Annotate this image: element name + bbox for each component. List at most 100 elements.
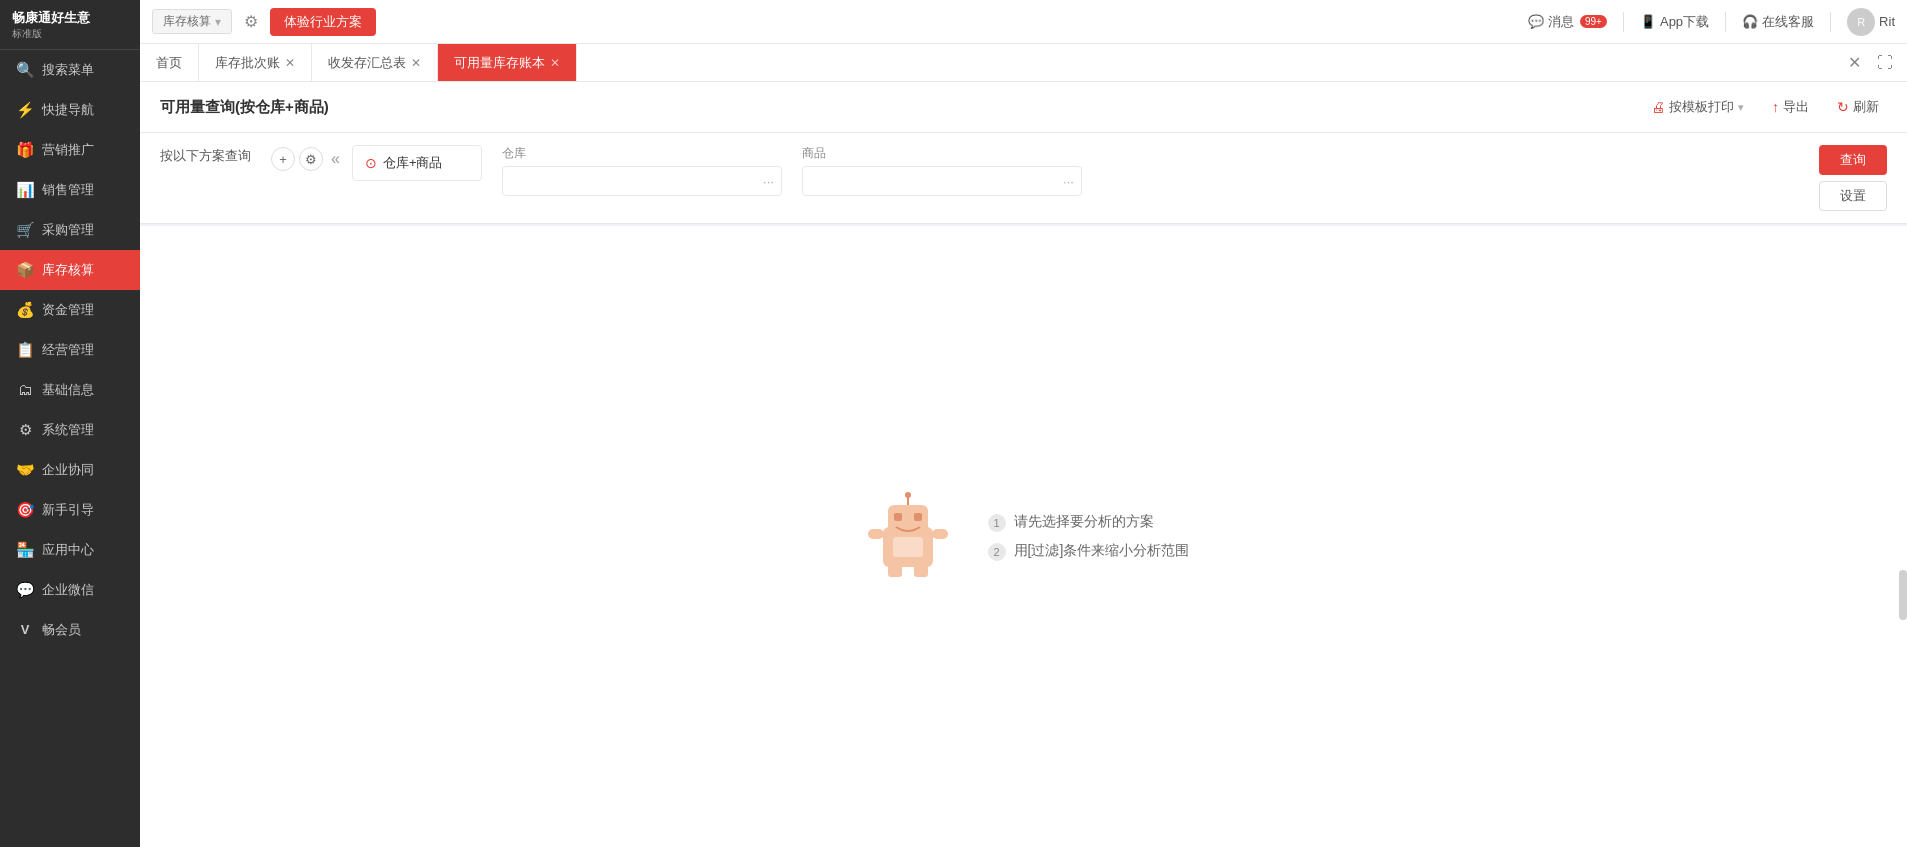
query-buttons: 查询 设置 [1819,145,1887,211]
store-icon: 🏪 [16,541,34,559]
sidebar-label-newbie: 新手引导 [42,501,94,519]
trial-industry-button[interactable]: 体验行业方案 [270,8,376,36]
content-area: 可用量查询(按仓库+商品) 🖨 按模板打印 ▾ ↑ 导出 ↻ 刷新 按以下方案 [140,82,1907,847]
sidebar-label-shortcut: 快捷导航 [42,101,94,119]
topbar-gear-icon[interactable]: ⚙ [240,8,262,35]
sidebar-label-system: 系统管理 [42,421,94,439]
sidebar-item-enterprise[interactable]: 🤝 企业协同 [0,450,140,490]
gift-icon: 🎁 [16,141,34,159]
sidebar-item-purchase[interactable]: 🛒 采购管理 [0,210,140,250]
target-icon: 🎯 [16,501,34,519]
avatar-initial: R [1857,16,1865,28]
empty-state-illustration [858,487,958,587]
sidebar-item-wechat[interactable]: 💬 企业微信 [0,570,140,610]
breadcrumb-text: 库存核算 [163,13,211,30]
sidebar-item-sales[interactable]: 📊 销售管理 [0,170,140,210]
tab-receipt-summary[interactable]: 收发存汇总表 ✕ [312,44,438,81]
empty-tip-1: 1 请先选择要分析的方案 [988,513,1190,532]
gear-icon: ⚙ [16,421,34,439]
page-title: 可用量查询(按仓库+商品) [160,98,329,117]
export-label: 导出 [1783,98,1809,116]
tab-receipt-summary-close-icon[interactable]: ✕ [411,56,421,70]
tab-batch-ledger[interactable]: 库存批次账 ✕ [199,44,312,81]
sidebar: 畅康通好生意 标准版 🔍 搜索菜单 ⚡ 快捷导航 🎁 营销推广 📊 销售管理 🛒 [0,0,140,847]
topbar-divider2 [1725,12,1726,32]
tab-batch-ledger-label: 库存批次账 [215,54,280,72]
product-field-label: 商品 [802,145,1082,162]
user-profile[interactable]: R Rit [1847,8,1895,36]
app-download-label: App下载 [1660,13,1709,31]
warehouse-field-wrapper: ··· [502,166,782,196]
box-icon: 📦 [16,261,34,279]
product-more-icon[interactable]: ··· [1063,174,1074,189]
refresh-label: 刷新 [1853,98,1879,116]
sidebar-item-shortcut[interactable]: ⚡ 快捷导航 [0,90,140,130]
topbar-right: 💬 消息 99+ 📱 App下载 🎧 在线客服 R Rit [1528,8,1895,36]
handshake-icon: 🤝 [16,461,34,479]
settings-button[interactable]: 设置 [1819,181,1887,211]
breadcrumb-chevron-icon: ▾ [215,15,221,29]
refresh-button[interactable]: ↻ 刷新 [1829,94,1887,120]
right-scrollbar[interactable] [1899,570,1907,620]
sidebar-item-appstore[interactable]: 🏪 应用中心 [0,530,140,570]
svg-rect-4 [888,565,902,577]
sidebar-item-basic[interactable]: 🗂 基础信息 [0,370,140,410]
tip-text-1: 请先选择要分析的方案 [1014,513,1154,531]
collapse-icon[interactable]: « [327,150,344,168]
scheme-item-warehouse-product[interactable]: ⊙ 仓库+商品 [353,146,481,180]
tab-batch-ledger-close-icon[interactable]: ✕ [285,56,295,70]
tab-receipt-summary-label: 收发存汇总表 [328,54,406,72]
sidebar-logo: 畅康通好生意 标准版 [0,0,140,50]
sidebar-item-operations[interactable]: 📋 经营管理 [0,330,140,370]
sidebar-item-newbie[interactable]: 🎯 新手引导 [0,490,140,530]
page-header: 可用量查询(按仓库+商品) 🖨 按模板打印 ▾ ↑ 导出 ↻ 刷新 [140,82,1907,133]
print-chevron-icon: ▾ [1738,101,1744,114]
scheme-label-warehouse-product: 仓库+商品 [383,154,443,172]
sidebar-item-vip[interactable]: V 畅会员 [0,610,140,650]
empty-tip-2: 2 用[过滤]条件来缩小分析范围 [988,542,1190,561]
product-field-wrapper: ··· [802,166,1082,196]
breadcrumb[interactable]: 库存核算 ▾ [152,9,232,34]
add-scheme-icon[interactable]: + [271,147,295,171]
close-tab-button[interactable]: ✕ [1842,49,1867,76]
maximize-tab-button[interactable]: ⛶ [1871,50,1899,76]
sidebar-label-enterprise: 企业协同 [42,461,94,479]
sidebar-item-inventory[interactable]: 📦 库存核算 [0,250,140,290]
sidebar-label-sales: 销售管理 [42,181,94,199]
print-template-button[interactable]: 🖨 按模板打印 ▾ [1643,94,1752,120]
online-service-button[interactable]: 🎧 在线客服 [1742,13,1814,31]
print-icon: 🖨 [1651,99,1665,115]
warehouse-field-label: 仓库 [502,145,782,162]
sidebar-label-marketing: 营销推广 [42,141,94,159]
app-download-button[interactable]: 📱 App下载 [1640,13,1709,31]
sidebar-label-inventory: 库存核算 [42,261,94,279]
folder-icon: 🗂 [16,381,34,398]
warehouse-more-icon[interactable]: ··· [763,174,774,189]
warehouse-field: 仓库 ··· [502,145,782,196]
tabs-actions: ✕ ⛶ [1834,49,1907,76]
tab-available-ledger-close-icon[interactable]: ✕ [550,56,560,70]
tip-num-1: 1 [988,514,1006,532]
tip-text-2: 用[过滤]条件来缩小分析范围 [1014,542,1190,560]
tab-home[interactable]: 首页 [140,44,199,81]
message-badge: 99+ [1580,15,1607,28]
sidebar-item-finance[interactable]: 💰 资金管理 [0,290,140,330]
export-icon: ↑ [1772,99,1779,115]
sidebar-item-system[interactable]: ⚙ 系统管理 [0,410,140,450]
online-service-label: 在线客服 [1762,13,1814,31]
svg-rect-7 [932,529,948,539]
tab-available-ledger[interactable]: 可用量库存账本 ✕ [438,44,577,81]
filter-area: 按以下方案查询 + ⚙ « ⊙ 仓库+商品 仓库 · [140,133,1907,224]
product-field: 商品 ··· [802,145,1082,196]
query-button[interactable]: 查询 [1819,145,1887,175]
svg-rect-5 [914,565,928,577]
sidebar-item-search[interactable]: 🔍 搜索菜单 [0,50,140,90]
warehouse-input[interactable] [502,166,782,196]
product-input[interactable] [802,166,1082,196]
message-button[interactable]: 💬 消息 99+ [1528,13,1607,31]
sidebar-item-marketing[interactable]: 🎁 营销推广 [0,130,140,170]
sidebar-logo-subtitle: 标准版 [12,27,128,41]
search-icon: 🔍 [16,61,34,79]
export-button[interactable]: ↑ 导出 [1764,94,1817,120]
settings-scheme-icon[interactable]: ⚙ [299,147,323,171]
